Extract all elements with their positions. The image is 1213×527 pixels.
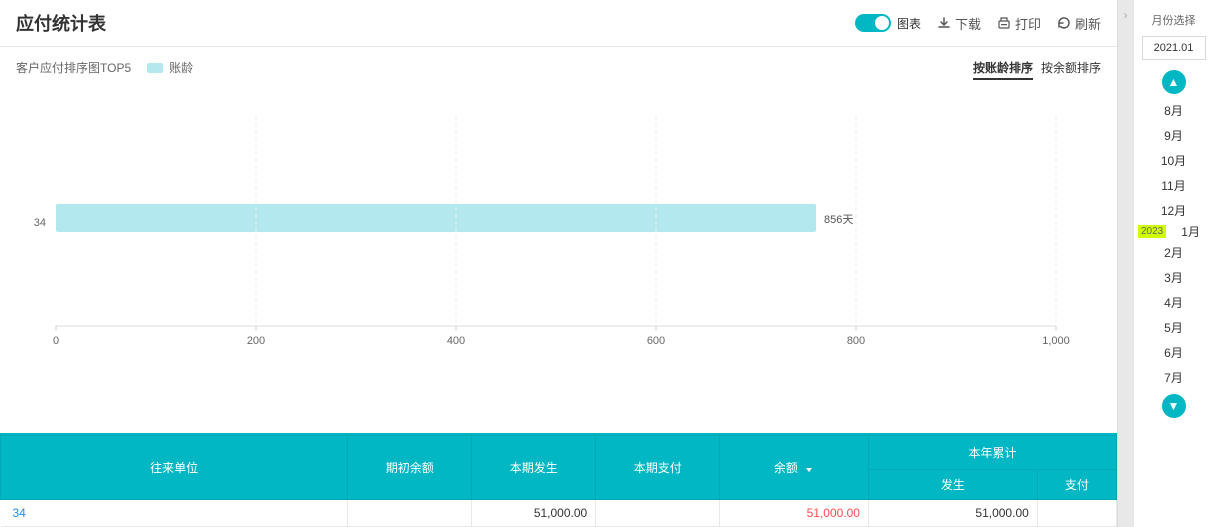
cell-ytd-payment (1037, 500, 1116, 527)
chart-toggle-label: 图表 (897, 15, 921, 32)
sidebar-month-10[interactable]: 10月 (1134, 148, 1213, 173)
sidebar-up-arrow[interactable]: ▲ (1162, 70, 1186, 94)
legend-item-color: 账龄 (147, 59, 193, 76)
sort-tab-age[interactable]: 按账龄排序 (973, 59, 1033, 80)
page-header: 应付统计表 图表 下载 打印 (0, 0, 1117, 47)
col-unit: 往来单位 (1, 436, 348, 500)
download-icon (937, 16, 951, 30)
page-title: 应付统计表 (16, 10, 106, 36)
print-button[interactable]: 打印 (997, 14, 1041, 33)
data-table: 往来单位 期初余额 本期发生 本期支付 余额 本年累计 发生 支付 (0, 435, 1117, 527)
sidebar-month-9[interactable]: 9月 (1134, 123, 1213, 148)
download-button[interactable]: 下载 (937, 14, 981, 33)
sidebar-month-5[interactable]: 5月 (1134, 315, 1213, 340)
legend-color-box (147, 63, 163, 73)
sidebar-month-12[interactable]: 12月 (1134, 198, 1213, 223)
refresh-button[interactable]: 刷新 (1057, 14, 1101, 33)
sort-icon (804, 464, 814, 474)
col-ytd-occurred: 发生 (868, 470, 1037, 500)
year-marker-row: 2023 1月 (1134, 223, 1213, 240)
table-body: 34 51,000.00 51,000.00 51,000.00 (1, 500, 1117, 527)
svg-text:200: 200 (247, 335, 265, 347)
year-marker: 2023 (1138, 225, 1166, 238)
cell-current-occurred: 51,000.00 (472, 500, 596, 527)
sidebar-year-input[interactable] (1142, 36, 1206, 60)
bar-chart-svg: 34 856天 0 200 400 600 800 1 (16, 86, 1076, 366)
sidebar-title: 月份选择 (1144, 8, 1204, 32)
col-ytd: 本年累计 (868, 436, 1116, 470)
col-ytd-payment: 支付 (1037, 470, 1116, 500)
chart-toggle-wrap: 图表 (855, 14, 921, 32)
svg-text:800: 800 (847, 335, 865, 347)
sidebar-down-arrow[interactable]: ▼ (1162, 394, 1186, 418)
col-current-payment: 本期支付 (596, 436, 720, 500)
collapse-icon: › (1124, 8, 1128, 22)
chart-legend: 客户应付排序图TOP5 账龄 (16, 59, 1101, 76)
print-icon (997, 16, 1011, 30)
sidebar-month-4[interactable]: 4月 (1134, 290, 1213, 315)
collapse-panel[interactable]: › (1117, 0, 1133, 527)
svg-text:1,000: 1,000 (1042, 335, 1070, 347)
col-balance: 余额 (720, 436, 869, 500)
col-period-balance: 期初余额 (348, 436, 472, 500)
sidebar-month-8[interactable]: 8月 (1134, 98, 1213, 123)
refresh-icon (1057, 16, 1071, 30)
unit-link[interactable]: 34 (13, 506, 26, 520)
cell-ytd-occurred: 51,000.00 (868, 500, 1037, 527)
legend-text: 客户应付排序图TOP5 (16, 59, 131, 76)
svg-text:34: 34 (34, 217, 46, 229)
chart-toggle[interactable] (855, 14, 891, 32)
svg-text:0: 0 (53, 335, 59, 347)
chart-svg: 34 856天 0 200 400 600 800 1 (16, 86, 1101, 366)
header-actions: 图表 下载 打印 刷新 (855, 14, 1101, 33)
cell-period-balance (348, 500, 472, 527)
svg-text:400: 400 (447, 335, 465, 347)
cell-balance: 51,000.00 (720, 500, 869, 527)
table-header-row: 往来单位 期初余额 本期发生 本期支付 余额 本年累计 (1, 436, 1117, 470)
cell-current-payment (596, 500, 720, 527)
sidebar-month-7[interactable]: 7月 (1134, 365, 1213, 390)
svg-text:600: 600 (647, 335, 665, 347)
sidebar-month-11[interactable]: 11月 (1134, 173, 1213, 198)
sidebar-month-1[interactable]: 1月 (1168, 223, 1213, 240)
sort-tabs: 按账龄排序 按余额排序 (973, 59, 1101, 80)
sidebar: 月份选择 ▲ 8月 9月 10月 11月 12月 2023 1月 2月 3月 4… (1133, 0, 1213, 527)
chart-area: 客户应付排序图TOP5 账龄 按账龄排序 按余额排序 34 856天 (0, 47, 1117, 433)
sidebar-month-6[interactable]: 6月 (1134, 340, 1213, 365)
sidebar-month-3[interactable]: 3月 (1134, 265, 1213, 290)
sort-tab-balance[interactable]: 按余额排序 (1041, 59, 1101, 80)
legend-color-label: 账龄 (169, 59, 193, 76)
sidebar-month-2[interactable]: 2月 (1134, 240, 1213, 265)
table-row: 34 51,000.00 51,000.00 51,000.00 (1, 500, 1117, 527)
svg-text:856天: 856天 (824, 214, 853, 226)
cell-unit: 34 (1, 500, 348, 527)
col-current-occurred: 本期发生 (472, 436, 596, 500)
data-table-wrap: 往来单位 期初余额 本期发生 本期支付 余额 本年累计 发生 支付 (0, 433, 1117, 527)
